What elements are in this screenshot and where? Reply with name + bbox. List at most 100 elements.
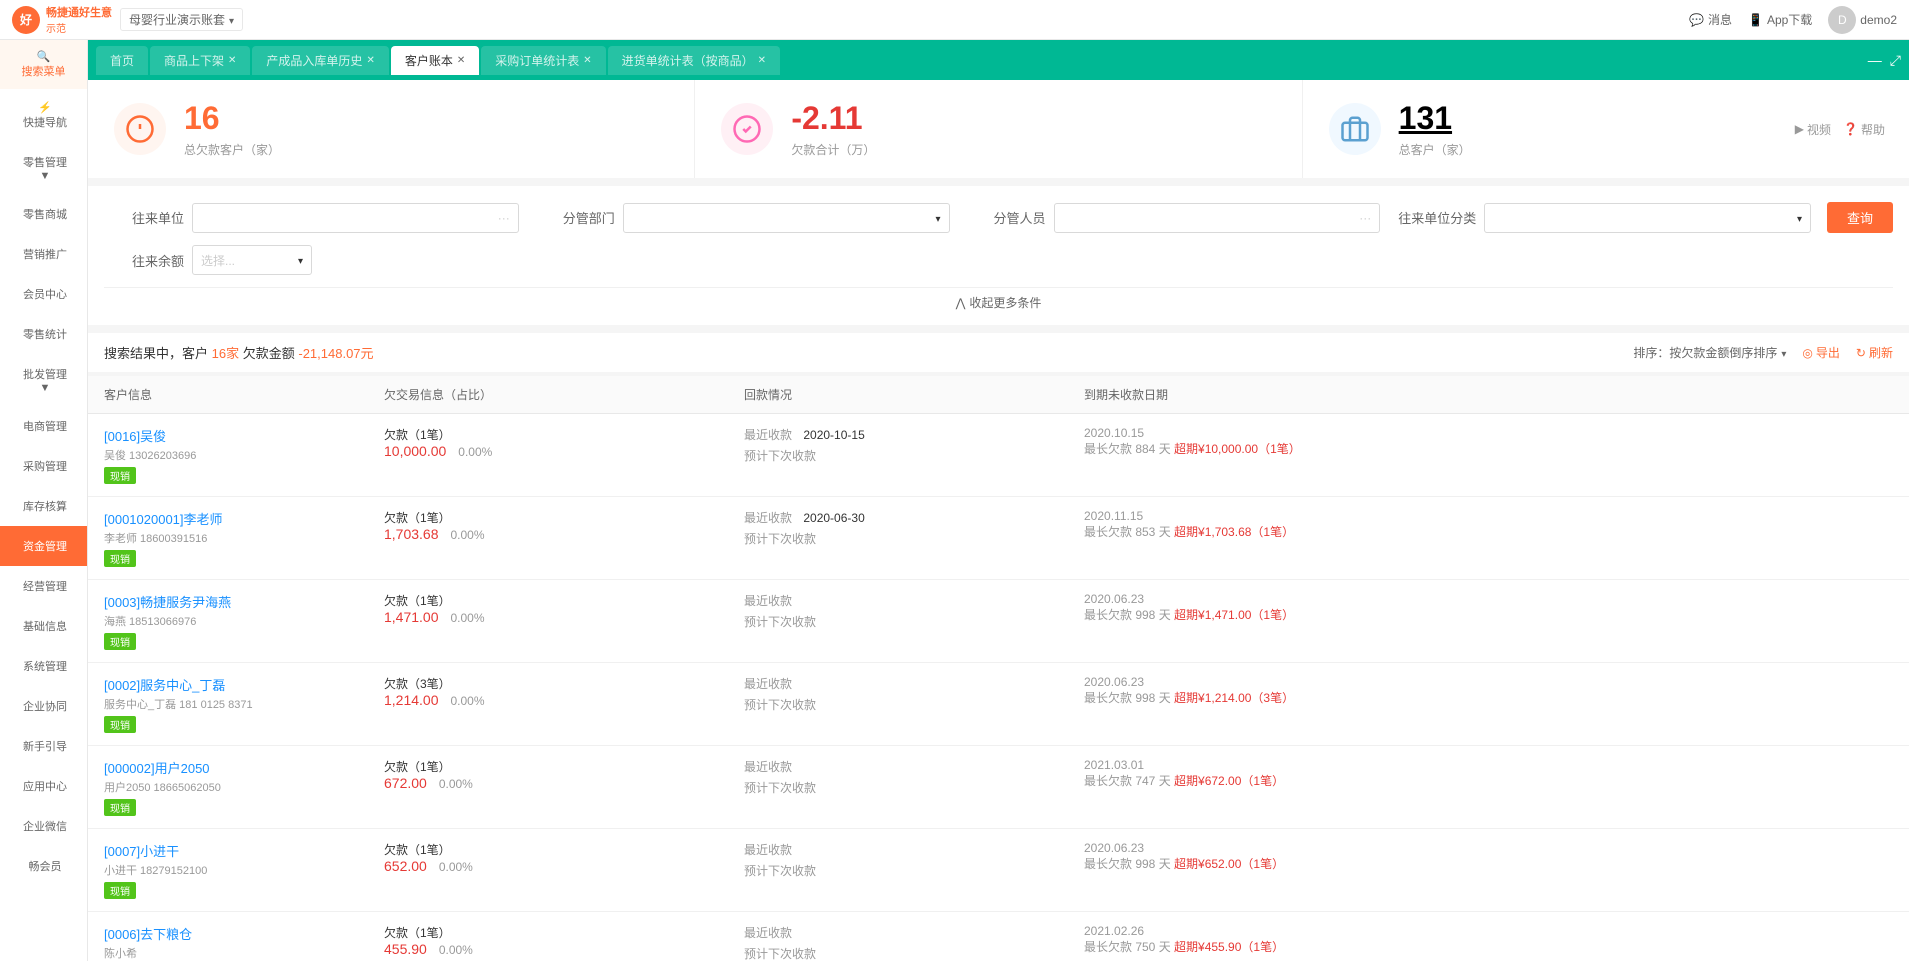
overdue-link-0[interactable]: 超期¥10,000.00（1笔）: [1174, 442, 1301, 456]
table-body: [0016]吴俊 吴俊 13026203696 现销 欠款（1笔） 10,000…: [88, 414, 1909, 961]
user-area[interactable]: D demo2: [1828, 6, 1897, 34]
tab-close-customer-ledger[interactable]: ✕: [457, 55, 465, 66]
sidebar-item-mall[interactable]: 零售商城: [0, 194, 87, 234]
tab-production-history[interactable]: 产成品入库单历史 ✕: [252, 46, 388, 75]
last-payment-6: 最近收款: [744, 924, 1052, 941]
customer-name-2[interactable]: [0003]畅捷服务尹海燕: [104, 592, 352, 611]
stat-bg-3: [1329, 103, 1381, 155]
table-row: [0007]小进干 小进干 18279152100 现销 欠款（1笔） 652.…: [88, 829, 1909, 912]
customer-name-0[interactable]: [0016]吴俊: [104, 426, 352, 445]
tab-action-minimize[interactable]: —: [1868, 52, 1882, 69]
sidebar-item-purchase[interactable]: 采购管理: [0, 446, 87, 486]
sidebar-item-chang-member[interactable]: 畅会员: [0, 846, 87, 886]
tab-product-listing[interactable]: 商品上下架 ✕: [150, 46, 250, 75]
sidebar-item-app-center[interactable]: 应用中心: [0, 766, 87, 806]
overdue-link-5[interactable]: 超期¥652.00（1笔）: [1174, 857, 1284, 871]
stat-item-total-customers: 131 总客户（家） ▶ 视频 ❓ 帮助: [1303, 80, 1909, 178]
debt-amount-3[interactable]: 1,214.00: [384, 692, 439, 708]
debt-amount-2[interactable]: 1,471.00: [384, 609, 439, 625]
customer-name-6[interactable]: [0006]去下粮仓: [104, 924, 352, 943]
help-link[interactable]: ❓ 帮助: [1843, 121, 1885, 138]
sidebar-item-members[interactable]: 会员中心: [0, 274, 87, 314]
table-row: [0002]服务中心_丁磊 服务中心_丁磊 181 0125 8371 现销 欠…: [88, 663, 1909, 746]
stat-icon-2: [719, 101, 775, 157]
debt-amount-row-5: 652.00 0.00%: [384, 858, 712, 874]
sidebar-item-retail-stats[interactable]: 零售统计: [0, 314, 87, 354]
stat-label-debt-customers: 总欠款客户（家）: [184, 141, 280, 158]
last-payment-1: 最近收款 2020-06-30: [744, 509, 1052, 526]
due-date-6: 2021.02.26: [1084, 924, 1893, 938]
debt-amount-5[interactable]: 652.00: [384, 858, 427, 874]
results-text: 搜索结果中，客户 16家 欠款金额 -21,148.07元: [104, 343, 374, 362]
debt-amount-row-1: 1,703.68 0.00%: [384, 526, 712, 542]
stat-help-area: ▶ 视频 ❓ 帮助: [1795, 121, 1885, 138]
sidebar-item-ecommerce[interactable]: 电商管理: [0, 406, 87, 446]
customer-name-5[interactable]: [0007]小进干: [104, 841, 352, 860]
sidebar-item-shortcut[interactable]: ⚡ 快捷导航: [0, 89, 87, 142]
tab-purchase-orders[interactable]: 采购订单统计表 ✕: [481, 46, 605, 75]
cell-customer-0: [0016]吴俊 吴俊 13026203696 现销: [88, 414, 368, 497]
sidebar-item-inventory[interactable]: 库存核算: [0, 486, 87, 526]
filter-row-2: 往来余额 选择...: [104, 245, 1893, 275]
app-download-link[interactable]: 📱 App下载: [1748, 11, 1812, 28]
collapse-filter-button[interactable]: ⋀ 收起更多条件: [104, 287, 1893, 317]
store-selector[interactable]: 母婴行业演示账套: [120, 8, 243, 31]
tab-home[interactable]: 首页: [96, 46, 148, 75]
results-bar: 搜索结果中，客户 16家 欠款金额 -21,148.07元 排序：按欠款金额倒序…: [88, 333, 1909, 372]
filter-balance-chevron: [298, 253, 303, 267]
sidebar-item-enterprise-wechat[interactable]: 企业微信: [0, 806, 87, 846]
sidebar-item-marketing[interactable]: 营销推广: [0, 234, 87, 274]
sidebar-item-newbie[interactable]: 新手引导: [0, 726, 87, 766]
next-payment-3: 预计下次收款: [744, 696, 1052, 713]
filter-input-manager[interactable]: ···: [1054, 203, 1381, 233]
message-link[interactable]: 💬 消息: [1689, 11, 1732, 28]
tab-close-inbound-stats[interactable]: ✕: [758, 55, 766, 66]
tab-close-purchase-orders[interactable]: ✕: [583, 55, 591, 66]
sidebar-item-finance[interactable]: 资金管理: [0, 526, 87, 566]
due-date-1: 2020.11.15: [1084, 509, 1893, 523]
filter-label-dept: 分管部门: [535, 208, 615, 227]
logo-text: 畅捷通好生意 示范: [46, 4, 112, 35]
debt-amount-1[interactable]: 1,703.68: [384, 526, 439, 542]
customer-name-1[interactable]: [0001020001]李老师: [104, 509, 352, 528]
sidebar-search[interactable]: 🔍 搜索菜单: [0, 40, 87, 89]
cell-due-1: 2020.11.15 最长欠款 853 天 超期¥1,703.68（1笔）: [1068, 497, 1909, 580]
tab-customer-ledger[interactable]: 客户账本 ✕: [391, 46, 479, 75]
video-help-link[interactable]: ▶ 视频: [1795, 121, 1831, 138]
cell-due-0: 2020.10.15 最长欠款 884 天 超期¥10,000.00（1笔）: [1068, 414, 1909, 497]
filter-select-balance[interactable]: 选择...: [192, 245, 312, 275]
query-button[interactable]: 查询: [1827, 202, 1893, 233]
sidebar-item-system[interactable]: 系统管理: [0, 646, 87, 686]
tab-close-product-listing[interactable]: ✕: [228, 55, 236, 66]
stat-content-1: 16 总欠款客户（家）: [184, 100, 280, 158]
overdue-link-4[interactable]: 超期¥672.00（1笔）: [1174, 774, 1284, 788]
customer-name-3[interactable]: [0002]服务中心_丁磊: [104, 675, 352, 694]
overdue-link-1[interactable]: 超期¥1,703.68（1笔）: [1174, 525, 1294, 539]
sidebar-item-basic-info[interactable]: 基础信息: [0, 606, 87, 646]
message-icon: 💬: [1689, 13, 1704, 27]
overdue-link-6[interactable]: 超期¥455.90（1笔）: [1174, 940, 1284, 954]
debt-amount-6[interactable]: 455.90: [384, 941, 427, 957]
overdue-link-3[interactable]: 超期¥1,214.00（3笔）: [1174, 691, 1294, 705]
sidebar-item-operations[interactable]: 经营管理: [0, 566, 87, 606]
sidebar-item-enterprise-collab[interactable]: 企业协同: [0, 686, 87, 726]
export-button[interactable]: ◎ 导出: [1802, 344, 1840, 361]
filter-input-dept[interactable]: [623, 203, 950, 233]
tab-action-expand[interactable]: ⤢: [1890, 52, 1901, 69]
sidebar-item-retail[interactable]: 零售管理 ▼: [0, 142, 87, 194]
tab-inbound-stats[interactable]: 进货单统计表（按商品） ✕: [608, 46, 780, 75]
username-label: demo2: [1860, 13, 1897, 27]
main-layout: 🔍 搜索菜单 ⚡ 快捷导航 零售管理 ▼ 零售商城 营销推广 会员中心 零售统计: [0, 40, 1909, 961]
filter-input-unit[interactable]: ···: [192, 203, 519, 233]
tab-close-production-history[interactable]: ✕: [366, 55, 374, 66]
filter-input-unit-category[interactable]: [1484, 203, 1811, 233]
customer-name-4[interactable]: [000002]用户2050: [104, 758, 352, 777]
debt-amount-0[interactable]: 10,000.00: [384, 443, 446, 459]
store-name: 母婴行业演示账套: [129, 11, 225, 28]
due-date-3: 2020.06.23: [1084, 675, 1893, 689]
debt-amount-4[interactable]: 672.00: [384, 775, 427, 791]
sort-selector[interactable]: 排序：按欠款金额倒序排序: [1633, 344, 1786, 361]
sidebar-item-wholesale[interactable]: 批发管理 ▼: [0, 354, 87, 406]
refresh-button[interactable]: ↻ 刷新: [1856, 344, 1893, 361]
overdue-link-2[interactable]: 超期¥1,471.00（1笔）: [1174, 608, 1294, 622]
